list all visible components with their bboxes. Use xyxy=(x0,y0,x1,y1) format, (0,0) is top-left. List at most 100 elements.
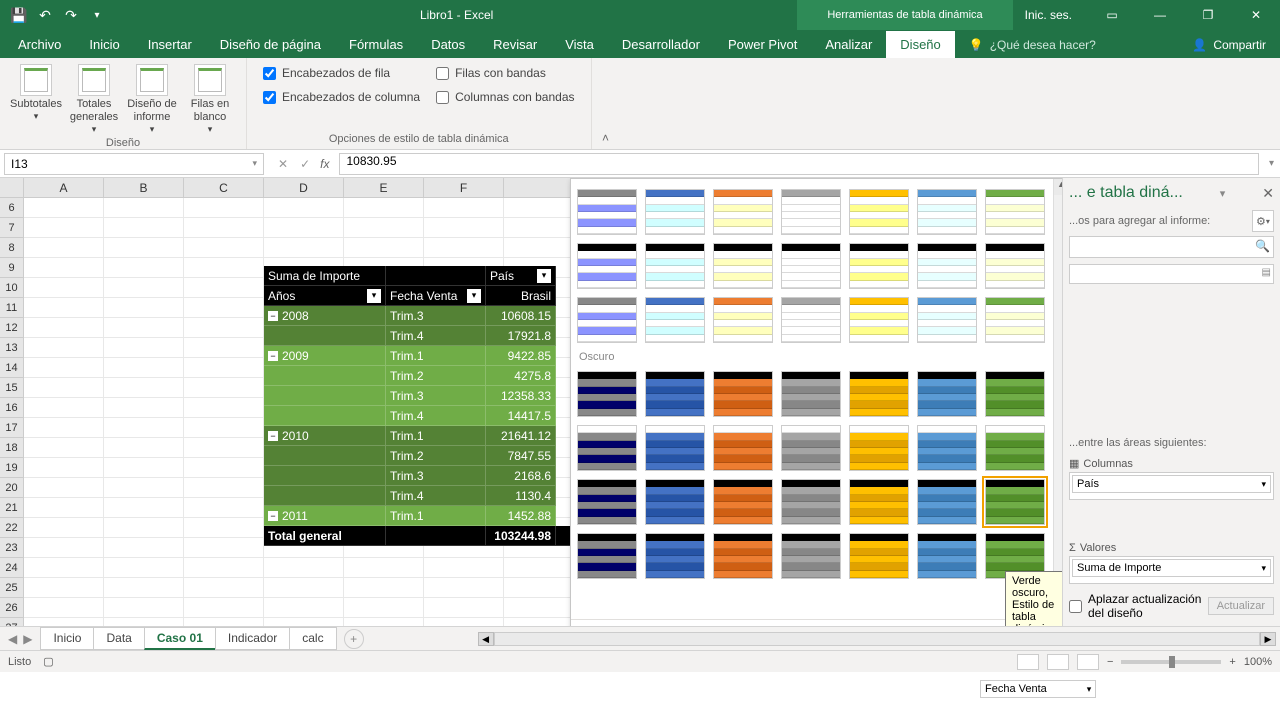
share-button[interactable]: 👤Compartir xyxy=(1178,32,1280,58)
row-header[interactable]: 27 xyxy=(0,618,23,626)
sheet-tab[interactable]: Inicio xyxy=(40,627,94,650)
cell[interactable] xyxy=(104,218,184,238)
cell[interactable] xyxy=(104,258,184,278)
style-swatch[interactable] xyxy=(849,479,909,525)
style-swatch[interactable] xyxy=(849,297,909,343)
tab-analizar[interactable]: Analizar xyxy=(811,31,886,58)
style-swatch[interactable] xyxy=(781,533,841,579)
style-swatch[interactable] xyxy=(849,189,909,235)
style-swatch[interactable] xyxy=(917,297,977,343)
accept-formula-icon[interactable]: ✓ xyxy=(300,157,310,171)
sheet-nav-prev-icon[interactable]: ◀ xyxy=(8,632,17,646)
style-swatch[interactable] xyxy=(985,297,1045,343)
row-header[interactable]: 13 xyxy=(0,338,23,358)
row-header[interactable]: 18 xyxy=(0,438,23,458)
cell[interactable] xyxy=(104,478,184,498)
cell[interactable] xyxy=(104,298,184,318)
ribbon-display-icon[interactable]: ▭ xyxy=(1092,0,1132,30)
cell[interactable] xyxy=(184,238,264,258)
expand-formula-icon[interactable]: ▾ xyxy=(1263,158,1280,169)
cell[interactable] xyxy=(264,558,344,578)
pivot-year-cell[interactable]: −2010 xyxy=(264,426,386,446)
cell[interactable] xyxy=(264,578,344,598)
col-header[interactable]: B xyxy=(104,178,184,197)
cell[interactable] xyxy=(184,618,264,626)
tab-inicio[interactable]: Inicio xyxy=(75,31,133,58)
cell[interactable] xyxy=(104,438,184,458)
fx-icon[interactable]: fx xyxy=(320,157,339,171)
cell[interactable] xyxy=(184,218,264,238)
cell[interactable] xyxy=(344,618,424,626)
cell[interactable] xyxy=(264,598,344,618)
cell[interactable] xyxy=(104,378,184,398)
style-swatch[interactable] xyxy=(577,297,637,343)
tab-fórmulas[interactable]: Fórmulas xyxy=(335,31,417,58)
cell[interactable] xyxy=(184,398,264,418)
style-swatch[interactable] xyxy=(917,243,977,289)
style-swatch[interactable] xyxy=(917,479,977,525)
tab-diseño-de-página[interactable]: Diseño de página xyxy=(206,31,335,58)
cell[interactable] xyxy=(24,578,104,598)
cell[interactable] xyxy=(264,218,344,238)
style-swatch[interactable] xyxy=(849,243,909,289)
row-header[interactable]: 14 xyxy=(0,358,23,378)
cell[interactable] xyxy=(424,218,504,238)
cell[interactable] xyxy=(264,618,344,626)
row-header[interactable]: 7 xyxy=(0,218,23,238)
tab-datos[interactable]: Datos xyxy=(417,31,479,58)
cell[interactable] xyxy=(104,418,184,438)
cell[interactable] xyxy=(184,418,264,438)
row-header[interactable]: 26 xyxy=(0,598,23,618)
chk-banded-cols[interactable]: Columnas con bandas xyxy=(436,90,574,104)
undo-icon[interactable]: ↶ xyxy=(34,4,56,26)
tell-me-input[interactable]: 💡¿Qué desea hacer? xyxy=(955,32,1110,58)
tab-power-pivot[interactable]: Power Pivot xyxy=(714,31,811,58)
cell[interactable] xyxy=(344,578,424,598)
hscroll-left-icon[interactable]: ◀ xyxy=(478,632,494,646)
row-header[interactable]: 25 xyxy=(0,578,23,598)
subtotals-button[interactable]: Subtotales▾ xyxy=(8,62,64,137)
row-header[interactable]: 6 xyxy=(0,198,23,218)
style-swatch[interactable] xyxy=(713,425,773,471)
cell[interactable] xyxy=(24,318,104,338)
row-header[interactable]: 9 xyxy=(0,258,23,278)
cell[interactable] xyxy=(424,618,504,626)
cell[interactable] xyxy=(184,258,264,278)
cell[interactable] xyxy=(24,518,104,538)
zoom-level[interactable]: 100% xyxy=(1244,656,1272,668)
cell[interactable] xyxy=(24,338,104,358)
search-icon[interactable]: 🔍 xyxy=(1255,239,1270,253)
row-header[interactable]: 17 xyxy=(0,418,23,438)
style-swatch[interactable] xyxy=(985,371,1045,417)
row-header[interactable]: 11 xyxy=(0,298,23,318)
cell[interactable] xyxy=(184,358,264,378)
cell[interactable] xyxy=(24,218,104,238)
cell[interactable] xyxy=(184,198,264,218)
cell[interactable] xyxy=(104,558,184,578)
cell[interactable] xyxy=(184,518,264,538)
style-swatch[interactable] xyxy=(985,243,1045,289)
cell[interactable] xyxy=(24,558,104,578)
chip-fecha-venta[interactable]: Fecha Venta▾ xyxy=(980,680,1096,698)
row-header[interactable]: 22 xyxy=(0,518,23,538)
cell[interactable] xyxy=(424,198,504,218)
cell[interactable] xyxy=(344,558,424,578)
style-swatch[interactable] xyxy=(645,479,705,525)
sheet-tab[interactable]: Data xyxy=(93,627,144,650)
style-swatch[interactable] xyxy=(577,479,637,525)
cell[interactable] xyxy=(264,198,344,218)
cell[interactable] xyxy=(104,198,184,218)
maximize-icon[interactable]: ❐ xyxy=(1188,0,1228,30)
col-header[interactable]: A xyxy=(24,178,104,197)
row-header[interactable]: 10 xyxy=(0,278,23,298)
row-header[interactable]: 15 xyxy=(0,378,23,398)
cell[interactable] xyxy=(344,218,424,238)
field-search[interactable]: 🔍 xyxy=(1069,236,1274,258)
col-header[interactable]: C xyxy=(184,178,264,197)
gallery-scroll-up-icon[interactable]: ▲ xyxy=(1054,179,1062,195)
pivot-col-field[interactable]: País ▾ xyxy=(486,266,556,286)
cell[interactable] xyxy=(104,498,184,518)
pivot-row-field-years[interactable]: Años ▾ xyxy=(264,286,386,306)
row-header[interactable]: 19 xyxy=(0,458,23,478)
tab-desarrollador[interactable]: Desarrollador xyxy=(608,31,714,58)
